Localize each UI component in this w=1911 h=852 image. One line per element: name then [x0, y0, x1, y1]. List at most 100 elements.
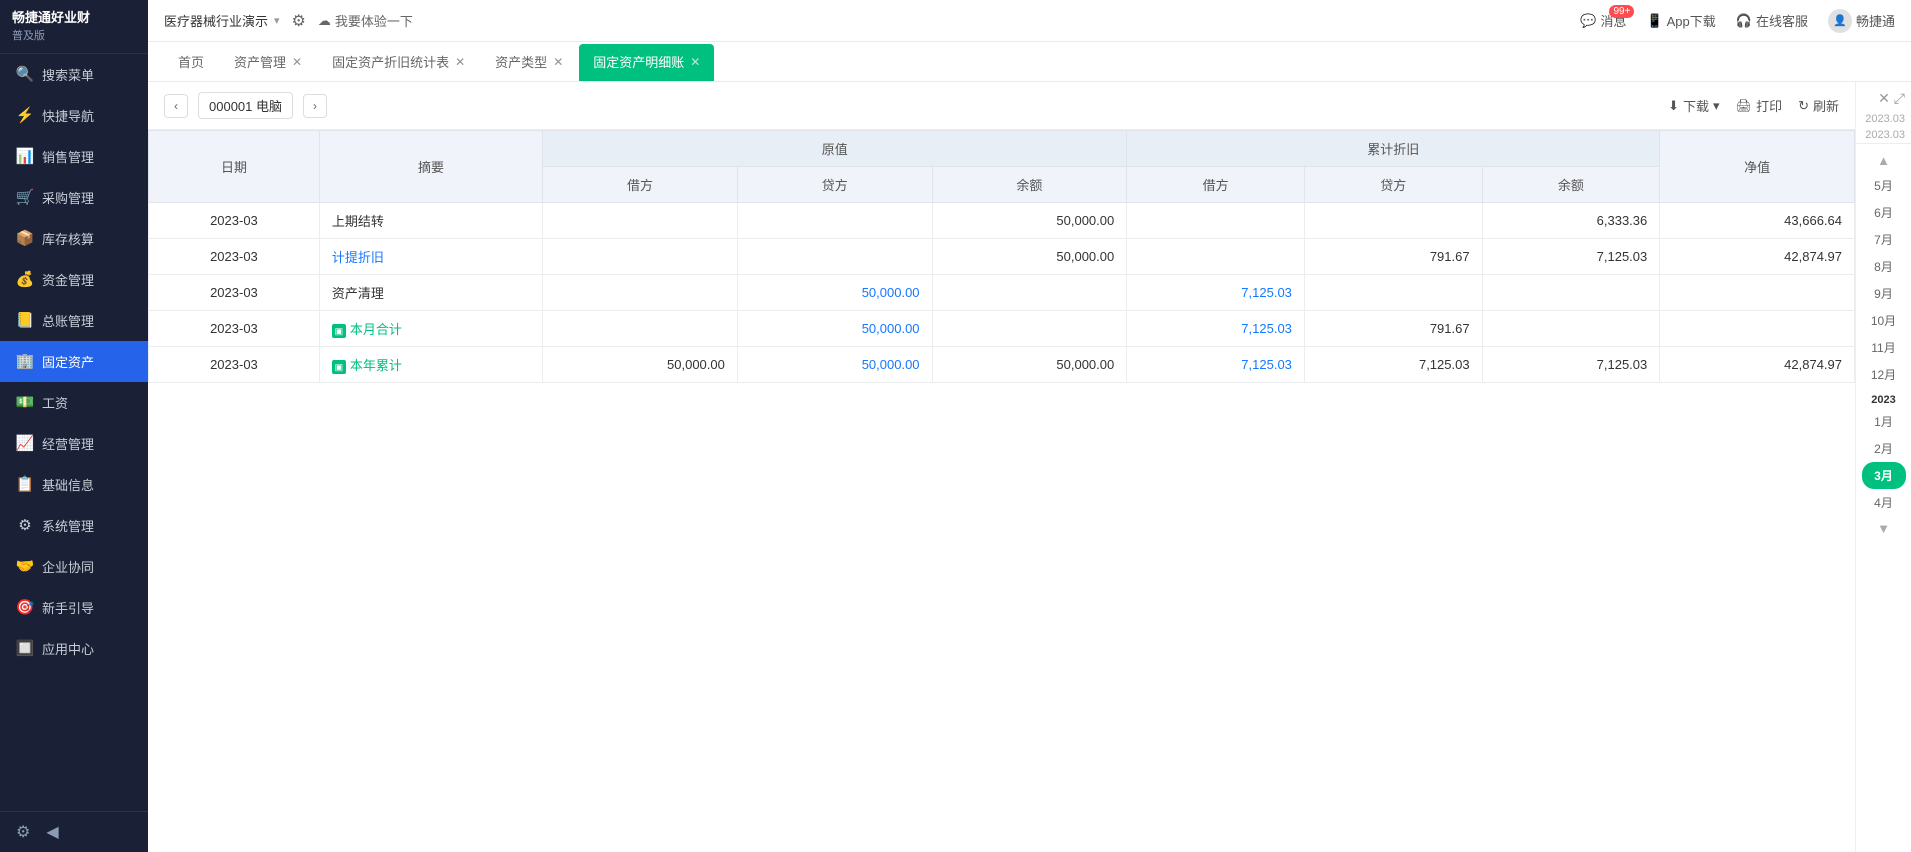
- book-icon: 📒: [16, 311, 34, 329]
- month-item[interactable]: 2月: [1862, 435, 1906, 462]
- refresh-button[interactable]: ↻ 刷新: [1798, 96, 1839, 115]
- handshake-icon: 🤝: [16, 557, 34, 575]
- tab-asset-type[interactable]: 资产类型 ✕: [481, 44, 577, 81]
- main-area: 医疗器械行业演示 ▾ ⚙ ☁ 我要体验一下 💬 消息 99+ 📱 App下载 🎧…: [148, 0, 1911, 852]
- sidebar-item-basic-info[interactable]: 📋 基础信息: [0, 464, 148, 505]
- row-dep-debit: 7,125.03: [1127, 311, 1305, 347]
- row-date: 2023-03: [149, 347, 320, 383]
- sidebar-item-search[interactable]: 🔍 搜索菜单: [0, 54, 148, 95]
- print-button[interactable]: 🖨 打印: [1736, 96, 1783, 115]
- content-area: ‹ 000001 电脑 › ⬇ 下载 ▾ 🖨 打印 ↻: [148, 82, 1911, 852]
- panel-down-arrow[interactable]: ▼: [1872, 516, 1896, 540]
- row-date: 2023-03: [149, 311, 320, 347]
- sidebar-item-guide[interactable]: 🎯 新手引导: [0, 587, 148, 628]
- row-dep-credit: 7,125.03: [1304, 347, 1482, 383]
- row-orig-credit: [737, 203, 932, 239]
- data-table-container: 日期 摘要 原值 累计折旧 净值 借方 贷方 余额 借方 贷方 余额: [148, 130, 1855, 852]
- month-item[interactable]: 12月: [1862, 361, 1906, 388]
- sidebar-item-fixed-assets[interactable]: 🏢 固定资产: [0, 341, 148, 382]
- tab-close-icon[interactable]: ✕: [455, 55, 465, 69]
- cart-icon: 🛒: [16, 188, 34, 206]
- col-header-summary: 摘要: [319, 131, 542, 203]
- app-download-action[interactable]: 📱 App下载: [1646, 11, 1715, 30]
- tab-asset-type-label: 资产类型: [495, 52, 547, 71]
- col-header-accumulated-dep: 累计折旧: [1127, 131, 1660, 167]
- sidebar-item-sales[interactable]: 📊 销售管理: [0, 136, 148, 177]
- sidebar-item-quick-nav[interactable]: ⚡ 快捷导航: [0, 95, 148, 136]
- row-orig-credit: [737, 239, 932, 275]
- month-item[interactable]: 3月: [1862, 462, 1906, 489]
- tab-close-icon[interactable]: ✕: [553, 55, 563, 69]
- row-dep-debit: [1127, 203, 1305, 239]
- next-asset-button[interactable]: ›: [303, 94, 327, 118]
- experience-label: 我要体验一下: [335, 11, 413, 30]
- online-service-label: 在线客服: [1756, 11, 1808, 30]
- row-summary: ▣本月合计: [319, 311, 542, 347]
- row-summary: 上期结转: [319, 203, 542, 239]
- month-item[interactable]: 5月: [1862, 172, 1906, 199]
- sidebar-item-operations[interactable]: 📈 经营管理: [0, 423, 148, 464]
- sidebar-item-purchase[interactable]: 🛒 采购管理: [0, 177, 148, 218]
- month-item[interactable]: 6月: [1862, 199, 1906, 226]
- row-dep-balance: [1482, 311, 1660, 347]
- month-item[interactable]: 1月: [1862, 408, 1906, 435]
- month-item[interactable]: 7月: [1862, 226, 1906, 253]
- avatar: 👤: [1828, 9, 1852, 33]
- target-icon: 🎯: [16, 598, 34, 616]
- sidebar-nav: 🔍 搜索菜单 ⚡ 快捷导航 📊 销售管理 🛒 采购管理 📦 库存核算 💰 资金管…: [0, 54, 148, 811]
- tab-close-icon[interactable]: ✕: [690, 55, 700, 69]
- table-row: 2023-03 上期结转 50,000.00 6,333.36 43,666.6…: [149, 203, 1855, 239]
- panel-close-icon[interactable]: ✕: [1878, 90, 1890, 107]
- sidebar-item-system[interactable]: ⚙ 系统管理: [0, 505, 148, 546]
- messages-action[interactable]: 💬 消息 99+: [1580, 11, 1626, 30]
- download-label: 下载: [1683, 96, 1709, 115]
- row-orig-balance: 50,000.00: [932, 347, 1127, 383]
- row-orig-debit: [543, 203, 738, 239]
- row-orig-balance: [932, 311, 1127, 347]
- clipboard-icon: 📋: [16, 475, 34, 493]
- search-icon: 🔍: [16, 65, 34, 83]
- prev-asset-button[interactable]: ‹: [164, 94, 188, 118]
- building-icon: 🏢: [16, 352, 34, 370]
- month-item[interactable]: 11月: [1862, 334, 1906, 361]
- table-row: 2023-03 资产清理 50,000.00 7,125.03: [149, 275, 1855, 311]
- company-selector[interactable]: 医疗器械行业演示 ▾: [164, 11, 280, 30]
- year-2023-label: 2023: [1867, 388, 1899, 408]
- tab-depreciation-stat[interactable]: 固定资产折旧统计表 ✕: [318, 44, 479, 81]
- header-settings-icon[interactable]: ⚙: [292, 11, 306, 31]
- row-summary[interactable]: 计提折旧: [319, 239, 542, 275]
- experience-button[interactable]: ☁ 我要体验一下: [318, 11, 413, 30]
- tab-asset-detail[interactable]: 固定资产明细账 ✕: [579, 44, 714, 81]
- row-date: 2023-03: [149, 239, 320, 275]
- online-service-action[interactable]: 🎧 在线客服: [1736, 11, 1808, 30]
- download-button[interactable]: ⬇ 下载 ▾: [1668, 96, 1719, 115]
- row-orig-balance: 50,000.00: [932, 239, 1127, 275]
- month-item[interactable]: 9月: [1862, 280, 1906, 307]
- panel-up-arrow[interactable]: ▲: [1872, 148, 1896, 172]
- month-item[interactable]: 10月: [1862, 307, 1906, 334]
- sidebar-item-salary[interactable]: 💵 工资: [0, 382, 148, 423]
- cloud-icon: ☁: [318, 13, 331, 29]
- user-avatar-action[interactable]: 👤 畅捷通: [1828, 9, 1895, 33]
- month-item[interactable]: 4月: [1862, 489, 1906, 516]
- sidebar-item-label: 企业协同: [42, 557, 94, 576]
- tab-home[interactable]: 首页: [164, 44, 218, 81]
- row-orig-balance: 50,000.00: [932, 203, 1127, 239]
- tab-asset-mgmt[interactable]: 资产管理 ✕: [220, 44, 316, 81]
- month-item[interactable]: 8月: [1862, 253, 1906, 280]
- sidebar-item-cooperation[interactable]: 🤝 企业协同: [0, 546, 148, 587]
- row-net-value: 42,874.97: [1660, 239, 1855, 275]
- sidebar-item-funds[interactable]: 💰 资金管理: [0, 259, 148, 300]
- refresh-label: 刷新: [1813, 96, 1839, 115]
- sidebar-item-inventory[interactable]: 📦 库存核算: [0, 218, 148, 259]
- panel-expand-icon[interactable]: ⤢: [1894, 90, 1905, 107]
- sidebar-item-app-center[interactable]: 🔲 应用中心: [0, 628, 148, 669]
- sidebar-item-label: 新手引导: [42, 598, 94, 617]
- col-header-date: 日期: [149, 131, 320, 203]
- toolbar-right: ⬇ 下载 ▾ 🖨 打印 ↻ 刷新: [1668, 96, 1839, 115]
- tab-close-icon[interactable]: ✕: [292, 55, 302, 69]
- collapse-sidebar-icon[interactable]: ◀: [46, 822, 58, 842]
- sidebar-item-ledger[interactable]: 📒 总账管理: [0, 300, 148, 341]
- settings-bottom-icon[interactable]: ⚙: [16, 822, 30, 842]
- row-orig-credit: 50,000.00: [737, 347, 932, 383]
